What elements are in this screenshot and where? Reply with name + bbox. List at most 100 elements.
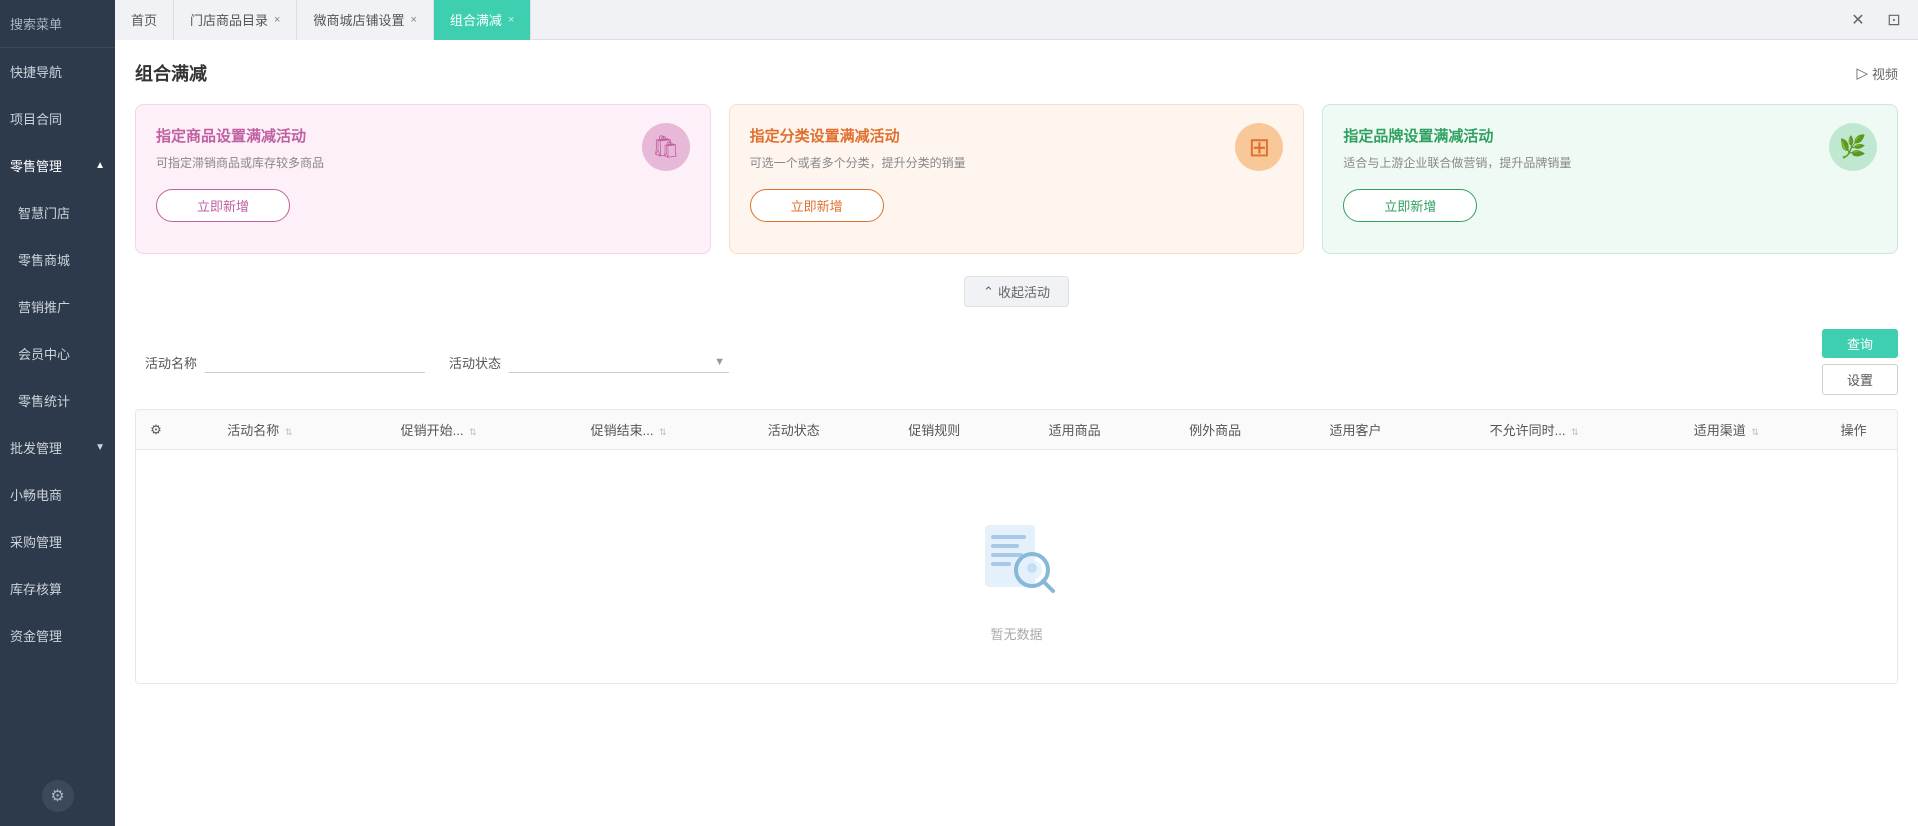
play-icon: ▷ [1856,64,1868,82]
product-promo-icon: 🛍 [642,123,690,171]
collapse-icon: ⌃ [983,284,994,300]
filter-row: 活动名称 活动状态 ▼ 查询 设置 [135,319,1898,409]
activity-status-select[interactable] [509,351,729,373]
data-table-wrapper: ⚙ 活动名称 ⇅ 促销开始... ⇅ 促销结束... ⇅ [135,409,1898,684]
video-link[interactable]: ▷ 视频 [1856,64,1898,83]
tab-bar-actions: ✕ ⊡ [1844,6,1918,34]
sidebar-item-retail-mall[interactable]: 零售商城 [0,236,115,283]
tab-combo-discount-label: 组合满减 [450,10,502,29]
brand-promo-add-btn[interactable]: 立即新增 [1343,189,1477,222]
chevron-down-icon: ▼ [95,442,105,453]
col-promo-rule-label: 促销规则 [908,423,960,438]
col-promo-end-label: 促销结束... [591,423,654,438]
col-applicable-products: 适用商品 [1004,410,1144,450]
activity-name-filter: 活动名称 [145,351,425,373]
sidebar-item-inventory-check[interactable]: 库存核算 [0,565,115,612]
query-button[interactable]: 查询 [1822,329,1898,358]
settings-icon[interactable]: ⚙ [42,780,74,812]
category-promo-desc: 可选一个或者多个分类，提升分类的销量 [750,154,990,173]
col-activity-name-label: 活动名称 [227,423,279,438]
empty-state-row: 暂无数据 [136,450,1897,684]
sidebar-item-label: 零售管理 [10,156,62,175]
empty-state: 暂无数据 [136,450,1897,683]
col-excluded-products: 例外商品 [1145,410,1285,450]
page-title: 组合满减 [135,60,207,86]
sidebar-search-label: 搜索菜单 [10,17,62,32]
sidebar-item-label: 批发管理 [10,438,62,457]
brand-promo-title: 指定品牌设置满减活动 [1343,125,1877,146]
table-header-row: ⚙ 活动名称 ⇅ 促销开始... ⇅ 促销结束... ⇅ [136,410,1897,450]
sidebar-item-marketing[interactable]: 营销推广 [0,283,115,330]
col-promo-start-label: 促销开始... [401,423,464,438]
activity-status-select-wrapper: ▼ [509,351,729,373]
sidebar-item-retail-stats[interactable]: 零售统计 [0,377,115,424]
sidebar-item-purchase-management[interactable]: 采购管理 [0,518,115,565]
expand-window-btn[interactable]: ⊡ [1880,6,1908,34]
col-not-allow-concurrent-label: 不允许同时... [1490,423,1566,438]
activity-status-filter: 活动状态 ▼ [449,351,729,373]
page-header: 组合满减 ▷ 视频 [135,60,1898,86]
sort-icon: ⇅ [1751,427,1759,438]
tab-wechat-store-settings[interactable]: 微商城店铺设置 × [297,0,433,40]
close-window-btn[interactable]: ✕ [1844,6,1872,34]
collapse-label: 收起活动 [998,282,1050,301]
col-operations: 操作 [1810,410,1897,450]
category-promo-add-btn[interactable]: 立即新增 [750,189,884,222]
sidebar-item-label: 零售商城 [18,250,70,269]
sidebar-item-label: 零售统计 [18,391,70,410]
tab-combo-discount-close[interactable]: × [508,14,514,26]
collapse-activity-btn[interactable]: ⌃ 收起活动 [964,276,1069,307]
col-applicable-channels[interactable]: 适用渠道 ⇅ [1643,410,1811,450]
col-applicable-channels-label: 适用渠道 [1694,423,1746,438]
category-promo-card: ⊞ 指定分类设置满减活动 可选一个或者多个分类，提升分类的销量 立即新增 [729,104,1305,254]
col-activity-status: 活动状态 [724,410,864,450]
sort-icon: ⇅ [469,427,477,438]
content-area: 组合满减 ▷ 视频 🛍 指定商品设置满减活动 可指定滞销商品或库存较多商品 立即… [115,40,1918,826]
sidebar-item-label: 营销推广 [18,297,70,316]
sidebar-bottom: ⚙ [0,766,115,826]
sidebar-item-xiaochang-ecommerce[interactable]: 小畅电商 [0,471,115,518]
col-promo-start[interactable]: 促销开始... ⇅ [344,410,534,450]
col-promo-rule: 促销规则 [864,410,1004,450]
product-promo-desc: 可指定滞销商品或库存较多商品 [156,154,396,173]
settings-button[interactable]: 设置 [1822,364,1898,395]
sidebar-item-membership[interactable]: 会员中心 [0,330,115,377]
tab-combo-discount[interactable]: 组合满减 × [434,0,531,40]
col-activity-name[interactable]: 活动名称 ⇅ [176,410,344,450]
brand-promo-card: 🌿 指定品牌设置满减活动 适合与上游企业联合做营销，提升品牌销量 立即新增 [1322,104,1898,254]
sidebar-item-label: 快捷导航 [10,62,62,81]
sidebar-item-fund-management[interactable]: 资金管理 [0,612,115,659]
tab-store-catalog[interactable]: 门店商品目录 × [174,0,297,40]
filter-actions: 查询 设置 [1822,329,1898,395]
sidebar-item-label: 小畅电商 [10,485,62,504]
tab-bar: 首页 门店商品目录 × 微商城店铺设置 × 组合满减 × ✕ ⊡ [115,0,1918,40]
sidebar-item-project-contract[interactable]: 项目合同 [0,95,115,142]
collapse-bar: ⌃ 收起活动 [135,268,1898,319]
promo-cards-row: 🛍 指定商品设置满减活动 可指定滞销商品或库存较多商品 立即新增 ⊞ 指定分类设… [135,104,1898,254]
sidebar-search[interactable]: 搜索菜单 [0,0,115,48]
col-activity-status-label: 活动状态 [768,423,820,438]
sidebar-item-label: 项目合同 [10,109,62,128]
col-not-allow-concurrent[interactable]: 不允许同时... ⇅ [1426,410,1643,450]
sidebar: 搜索菜单 快捷导航 项目合同 零售管理 ▲ 智慧门店 零售商城 营销推广 会员中… [0,0,115,826]
col-operations-label: 操作 [1841,423,1867,438]
sidebar-item-label: 资金管理 [10,626,62,645]
product-promo-add-btn[interactable]: 立即新增 [156,189,290,222]
col-settings[interactable]: ⚙ [136,410,176,450]
tab-home[interactable]: 首页 [115,0,174,40]
activity-name-label: 活动名称 [145,353,197,372]
sidebar-item-quick-nav[interactable]: 快捷导航 [0,48,115,95]
sidebar-item-wholesale-management[interactable]: 批发管理 ▼ [0,424,115,471]
tab-wechat-close[interactable]: × [410,14,416,26]
activity-name-input[interactable] [205,351,425,373]
tab-store-catalog-close[interactable]: × [274,14,280,26]
sort-icon: ⇅ [659,427,667,438]
col-promo-end[interactable]: 促销结束... ⇅ [534,410,724,450]
sidebar-item-smart-store[interactable]: 智慧门店 [0,189,115,236]
col-applicable-customers: 适用客户 [1285,410,1425,450]
sidebar-item-retail-management[interactable]: 零售管理 ▲ [0,142,115,189]
col-excluded-products-label: 例外商品 [1189,423,1241,438]
product-promo-card: 🛍 指定商品设置满减活动 可指定滞销商品或库存较多商品 立即新增 [135,104,711,254]
activity-status-label: 活动状态 [449,353,501,372]
video-label: 视频 [1872,64,1898,83]
